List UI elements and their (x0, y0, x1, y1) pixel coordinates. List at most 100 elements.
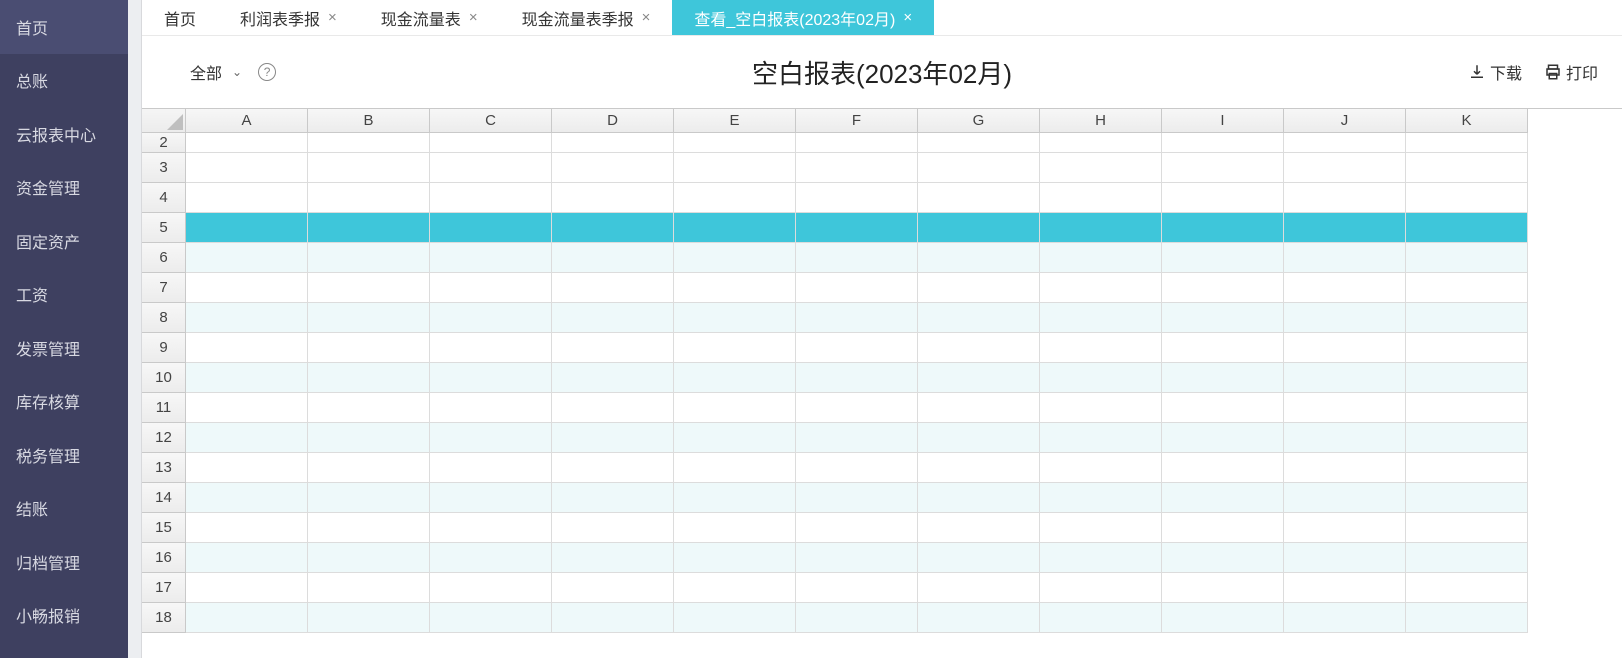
cell-D3[interactable] (552, 153, 674, 183)
cell-C12[interactable] (430, 423, 552, 453)
row-header-4[interactable]: 4 (142, 183, 186, 213)
close-icon[interactable]: × (328, 9, 337, 26)
row-header-17[interactable]: 17 (142, 573, 186, 603)
print-button[interactable]: 打印 (1544, 60, 1598, 84)
cell-B12[interactable] (308, 423, 430, 453)
cell-D12[interactable] (552, 423, 674, 453)
cell-J16[interactable] (1284, 543, 1406, 573)
cell-K10[interactable] (1406, 363, 1528, 393)
cell-E18[interactable] (674, 603, 796, 633)
cell-B16[interactable] (308, 543, 430, 573)
sidebar-item-1[interactable]: 总账 (0, 54, 128, 108)
cell-C6[interactable] (430, 243, 552, 273)
sidebar-item-8[interactable]: 税务管理 (0, 428, 128, 482)
cell-C10[interactable] (430, 363, 552, 393)
cell-F5[interactable] (796, 213, 918, 243)
cell-H12[interactable] (1040, 423, 1162, 453)
cell-I10[interactable] (1162, 363, 1284, 393)
cell-D11[interactable] (552, 393, 674, 423)
cell-F15[interactable] (796, 513, 918, 543)
cell-I11[interactable] (1162, 393, 1284, 423)
row-header-13[interactable]: 13 (142, 453, 186, 483)
cell-H17[interactable] (1040, 573, 1162, 603)
cell-B4[interactable] (308, 183, 430, 213)
tab-3[interactable]: 现金流量表季报× (500, 0, 673, 35)
cell-B13[interactable] (308, 453, 430, 483)
row-header-16[interactable]: 16 (142, 543, 186, 573)
cell-C14[interactable] (430, 483, 552, 513)
cell-F13[interactable] (796, 453, 918, 483)
sidebar-item-11[interactable]: 小畅报销 (0, 589, 128, 643)
cell-B3[interactable] (308, 153, 430, 183)
download-button[interactable]: 下载 (1468, 60, 1522, 84)
cell-G3[interactable] (918, 153, 1040, 183)
cell-D5[interactable] (552, 213, 674, 243)
cell-J10[interactable] (1284, 363, 1406, 393)
tab-0[interactable]: 首页 (142, 0, 218, 35)
column-header-D[interactable]: D (552, 109, 674, 133)
cell-E5[interactable] (674, 213, 796, 243)
cell-B10[interactable] (308, 363, 430, 393)
cell-G16[interactable] (918, 543, 1040, 573)
cell-H14[interactable] (1040, 483, 1162, 513)
cell-F14[interactable] (796, 483, 918, 513)
cell-F7[interactable] (796, 273, 918, 303)
help-icon[interactable]: ? (258, 63, 276, 81)
select-all-corner[interactable] (142, 109, 186, 133)
row-header-9[interactable]: 9 (142, 333, 186, 363)
cell-H5[interactable] (1040, 213, 1162, 243)
sidebar-item-9[interactable]: 结账 (0, 482, 128, 536)
cell-J9[interactable] (1284, 333, 1406, 363)
sidebar-item-5[interactable]: 工资 (0, 268, 128, 322)
cell-A4[interactable] (186, 183, 308, 213)
cell-A14[interactable] (186, 483, 308, 513)
cell-E17[interactable] (674, 573, 796, 603)
filter-dropdown[interactable]: 全部 ⌄ ? (166, 60, 276, 84)
cell-C18[interactable] (430, 603, 552, 633)
cell-C17[interactable] (430, 573, 552, 603)
row-header-5[interactable]: 5 (142, 213, 186, 243)
cell-G7[interactable] (918, 273, 1040, 303)
cell-A2[interactable] (186, 133, 308, 153)
row-header-10[interactable]: 10 (142, 363, 186, 393)
cell-I2[interactable] (1162, 133, 1284, 153)
cell-D14[interactable] (552, 483, 674, 513)
column-header-A[interactable]: A (186, 109, 308, 133)
cell-J12[interactable] (1284, 423, 1406, 453)
cell-D17[interactable] (552, 573, 674, 603)
cell-B17[interactable] (308, 573, 430, 603)
cell-E14[interactable] (674, 483, 796, 513)
cell-H6[interactable] (1040, 243, 1162, 273)
cell-A8[interactable] (186, 303, 308, 333)
cell-G9[interactable] (918, 333, 1040, 363)
cell-A13[interactable] (186, 453, 308, 483)
cell-B9[interactable] (308, 333, 430, 363)
cell-I14[interactable] (1162, 483, 1284, 513)
row-header-11[interactable]: 11 (142, 393, 186, 423)
cell-K4[interactable] (1406, 183, 1528, 213)
column-header-E[interactable]: E (674, 109, 796, 133)
cell-D15[interactable] (552, 513, 674, 543)
column-header-B[interactable]: B (308, 109, 430, 133)
cell-E10[interactable] (674, 363, 796, 393)
cell-I12[interactable] (1162, 423, 1284, 453)
cell-A11[interactable] (186, 393, 308, 423)
cell-A7[interactable] (186, 273, 308, 303)
row-header-12[interactable]: 12 (142, 423, 186, 453)
sidebar-item-0[interactable]: 首页 (0, 0, 128, 54)
cell-C5[interactable] (430, 213, 552, 243)
cell-A16[interactable] (186, 543, 308, 573)
cell-A17[interactable] (186, 573, 308, 603)
column-header-F[interactable]: F (796, 109, 918, 133)
cell-J11[interactable] (1284, 393, 1406, 423)
sidebar-item-2[interactable]: 云报表中心 (0, 107, 128, 161)
cell-G14[interactable] (918, 483, 1040, 513)
cell-J15[interactable] (1284, 513, 1406, 543)
cell-E12[interactable] (674, 423, 796, 453)
column-header-C[interactable]: C (430, 109, 552, 133)
row-header-18[interactable]: 18 (142, 603, 186, 633)
cell-I9[interactable] (1162, 333, 1284, 363)
cell-K3[interactable] (1406, 153, 1528, 183)
cell-D10[interactable] (552, 363, 674, 393)
cell-F10[interactable] (796, 363, 918, 393)
